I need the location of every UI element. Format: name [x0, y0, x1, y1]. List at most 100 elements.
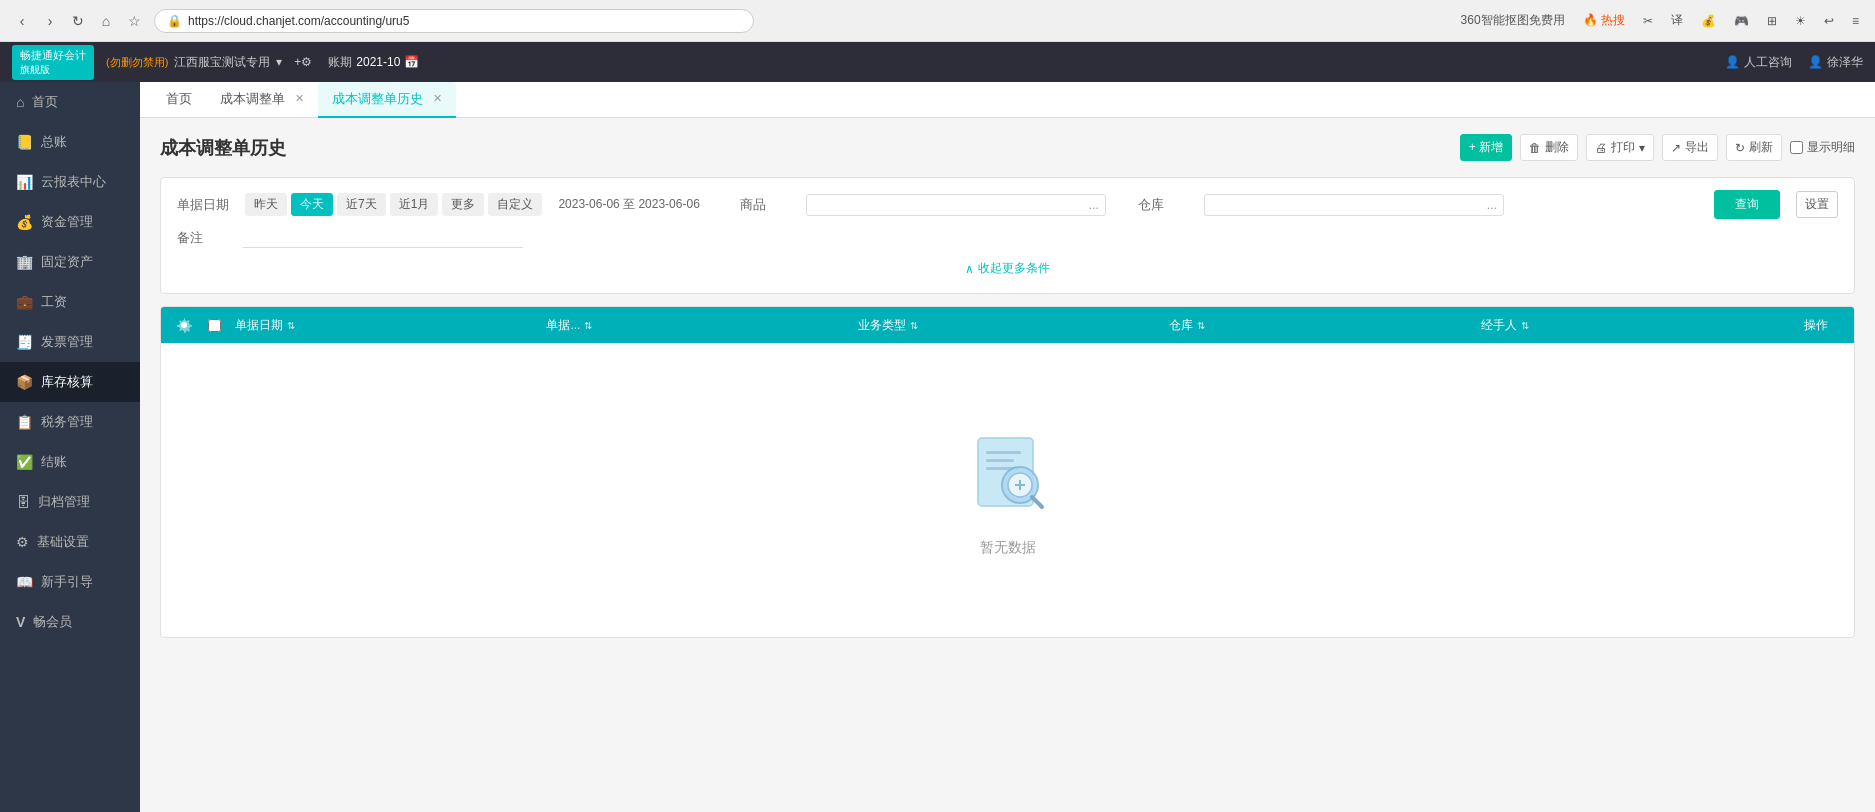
empty-text: 暂无数据 [980, 539, 1036, 557]
sidebar-item-home[interactable]: ⌂ 首页 [0, 82, 140, 122]
sidebar-item-ledger-label: 总账 [41, 133, 67, 151]
sidebar-item-guide[interactable]: 📖 新手引导 [0, 562, 140, 602]
date-btn-more[interactable]: 更多 [442, 193, 484, 216]
sidebar-item-settlement[interactable]: ✅ 结账 [0, 442, 140, 482]
sidebar-item-settings[interactable]: ⚙ 基础设置 [0, 522, 140, 562]
date-range-display: 2023-06-06 至 2023-06-06 [558, 196, 699, 213]
browser-nav-buttons: ‹ › ↻ ⌂ ☆ [10, 9, 146, 33]
delete-btn[interactable]: 🗑 删除 [1520, 134, 1578, 161]
sidebar-item-inventory[interactable]: 📦 库存核算 [0, 362, 140, 402]
th-biz-type[interactable]: 业务类型 ⇅ [852, 317, 1163, 334]
funds-icon: 💰 [16, 214, 33, 230]
th-operator-sort-icon: ⇅ [1521, 320, 1529, 331]
collapse-btn[interactable]: ∧ 收起更多条件 [177, 256, 1838, 281]
sidebar-item-tax[interactable]: 📋 税务管理 [0, 402, 140, 442]
user-icon: 👤 [1808, 55, 1823, 69]
address-bar[interactable]: 🔒 https://cloud.chanjet.com/accounting/u… [154, 9, 754, 33]
sidebar-item-invoices[interactable]: 🧾 发票管理 [0, 322, 140, 362]
th-warehouse-sort-icon: ⇅ [1197, 320, 1205, 331]
fixed-assets-icon: 🏢 [16, 254, 33, 270]
svg-rect-2 [986, 451, 1021, 454]
home-button[interactable]: ⌂ [94, 9, 118, 33]
sidebar-item-fixed-assets[interactable]: 🏢 固定资产 [0, 242, 140, 282]
company-selector[interactable]: (勿删勿禁用) 江西服宝测试专用 ▾ [106, 54, 282, 71]
table-select-all-checkbox[interactable] [199, 319, 229, 332]
tab-cost-adjust[interactable]: 成本调整单 ✕ [206, 82, 318, 118]
sidebar-item-salary[interactable]: 💼 工资 [0, 282, 140, 322]
tab-cost-adjust-history-close[interactable]: ✕ [433, 92, 442, 105]
sidebar-item-member[interactable]: V 畅会员 [0, 602, 140, 642]
menu-tool[interactable]: ≡ [1846, 12, 1865, 30]
invoices-icon: 🧾 [16, 334, 33, 350]
show-detail-checkbox[interactable] [1790, 141, 1803, 154]
date-btn-1month[interactable]: 近1月 [390, 193, 439, 216]
filter-remark-row: 备注 [177, 227, 1838, 248]
tab-cost-adjust-history[interactable]: 成本调整单历史 ✕ [318, 82, 456, 118]
date-btn-today[interactable]: 今天 [291, 193, 333, 216]
tab-cost-adjust-close[interactable]: ✕ [295, 92, 304, 105]
empty-state: 暂无数据 [161, 343, 1854, 637]
goods-filter-select[interactable]: ... [806, 194, 1106, 216]
tab-home[interactable]: 首页 [152, 82, 206, 118]
collapse-chevron-icon: ∧ [965, 262, 974, 276]
undo-tool[interactable]: ↩ [1818, 12, 1840, 30]
new-btn[interactable]: + 新增 [1460, 134, 1512, 161]
sidebar-item-reports[interactable]: 📊 云报表中心 [0, 162, 140, 202]
date-filter-buttons: 昨天 今天 近7天 近1月 更多 自定义 [245, 193, 542, 216]
filter-settings-btn[interactable]: 设置 [1796, 191, 1838, 218]
search-tool[interactable]: 360智能抠图免费用 [1455, 10, 1571, 31]
settlement-icon: ✅ [16, 454, 33, 470]
sidebar-item-archive[interactable]: 🗄 归档管理 [0, 482, 140, 522]
ledger-icon: 📒 [16, 134, 33, 150]
goods-dots: ... [1089, 198, 1099, 212]
game-tool[interactable]: 🎮 [1728, 12, 1755, 30]
forward-button[interactable]: › [38, 9, 62, 33]
inventory-icon: 📦 [16, 374, 33, 390]
refresh-btn[interactable]: ↻ 刷新 [1726, 134, 1782, 161]
sidebar-item-ledger[interactable]: 📒 总账 [0, 122, 140, 162]
table-header: 单据日期 ⇅ 单据... ⇅ 业务类型 ⇅ 仓库 ⇅ [161, 307, 1854, 343]
date-btn-custom[interactable]: 自定义 [488, 193, 542, 216]
th-warehouse[interactable]: 仓库 ⇅ [1163, 317, 1474, 334]
sidebar-item-tax-label: 税务管理 [41, 413, 93, 431]
sidebar-item-funds-label: 资金管理 [41, 213, 93, 231]
wallet-tool[interactable]: 💰 [1695, 12, 1722, 30]
guide-icon: 📖 [16, 574, 33, 590]
sidebar-item-funds[interactable]: 💰 资金管理 [0, 202, 140, 242]
scissors-tool[interactable]: ✂ [1637, 12, 1659, 30]
add-button[interactable]: + [294, 55, 301, 69]
warehouse-dots: ... [1487, 198, 1497, 212]
brightness-tool[interactable]: ☀ [1789, 12, 1812, 30]
settings-button[interactable]: ⚙ [301, 55, 312, 69]
star-button[interactable]: ☆ [122, 9, 146, 33]
export-btn[interactable]: ↗ 导出 [1662, 134, 1718, 161]
date-btn-7days[interactable]: 近7天 [337, 193, 386, 216]
settings-sidebar-icon: ⚙ [16, 534, 29, 550]
hot-search[interactable]: 🔥 热搜 [1577, 10, 1631, 31]
remark-input[interactable] [243, 227, 523, 248]
translate-tool[interactable]: 译 [1665, 10, 1689, 31]
user-profile-btn[interactable]: 👤 徐泽华 [1808, 54, 1863, 71]
content-area: 首页 成本调整单 ✕ 成本调整单历史 ✕ 成本调整单历史 + 新增 🗑 删除 [140, 82, 1875, 812]
calendar-icon[interactable]: 📅 [404, 55, 419, 69]
delete-icon: 🗑 [1529, 141, 1541, 155]
th-operator[interactable]: 经手人 ⇅ [1475, 317, 1786, 334]
print-btn[interactable]: 🖨 打印 ▾ [1586, 134, 1654, 161]
sidebar: ⌂ 首页 📒 总账 📊 云报表中心 💰 资金管理 🏢 固定资产 💼 工资 🧾 发… [0, 82, 140, 812]
table-settings-btn[interactable] [169, 317, 199, 333]
date-btn-yesterday[interactable]: 昨天 [245, 193, 287, 216]
customer-service-btn[interactable]: 👤 人工咨询 [1725, 54, 1792, 71]
th-date[interactable]: 单据日期 ⇅ [229, 317, 540, 334]
warehouse-filter-select[interactable]: ... [1204, 194, 1504, 216]
query-btn[interactable]: 查询 [1714, 190, 1780, 219]
salary-icon: 💼 [16, 294, 33, 310]
company-name: 江西服宝测试专用 [174, 54, 270, 71]
page-title-row: 成本调整单历史 + 新增 🗑 删除 🖨 打印 ▾ ↗ 导出 [160, 134, 1855, 161]
refresh-button[interactable]: ↻ [66, 9, 90, 33]
warehouse-filter-label: 仓库 [1138, 196, 1188, 214]
grid-tool[interactable]: ⊞ [1761, 12, 1783, 30]
th-number[interactable]: 单据... ⇅ [540, 317, 851, 334]
member-icon: V [16, 614, 25, 630]
page-content: 成本调整单历史 + 新增 🗑 删除 🖨 打印 ▾ ↗ 导出 [140, 118, 1875, 812]
back-button[interactable]: ‹ [10, 9, 34, 33]
